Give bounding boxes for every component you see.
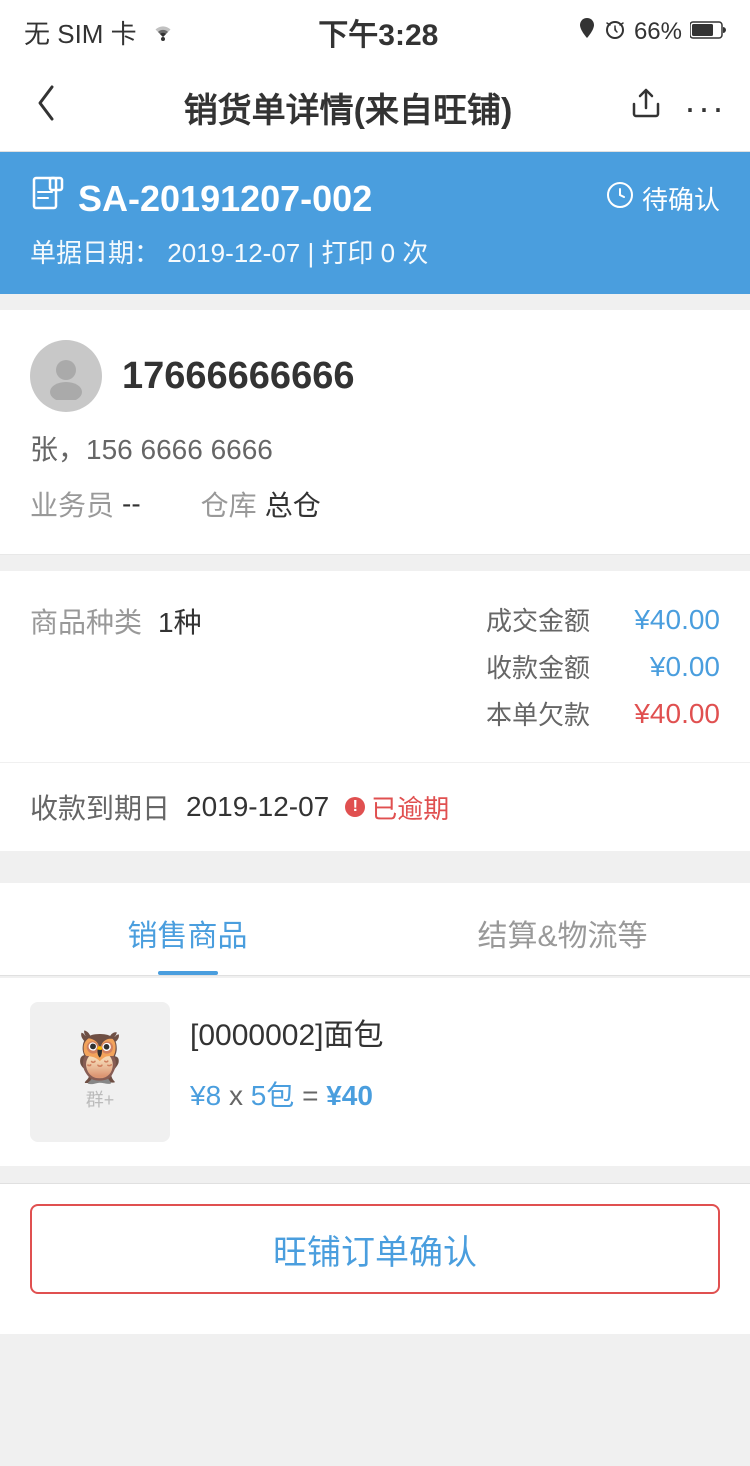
status-time: 下午3:28 <box>318 10 438 54</box>
product-section: 🦉 群+ [0000002]面包 ¥8 x 5包 = ¥40 <box>0 978 750 1166</box>
order-number: SA-20191207-002 <box>78 178 372 220</box>
summary-section: 商品种类 1种 成交金额 ¥40.00 收款金额 ¥0.00 本单欠款 ¥40.… <box>0 571 750 762</box>
back-button[interactable] <box>24 73 68 143</box>
order-id-row: SA-20191207-002 <box>30 176 372 221</box>
confirm-order-button[interactable]: 旺铺订单确认 <box>30 1204 720 1294</box>
sales-rep-label: 业务员 <box>30 484 114 524</box>
received-amount-row: 收款金额 ¥0.00 <box>486 648 720 685</box>
received-value: ¥0.00 <box>610 651 720 683</box>
overdue-icon: ! <box>345 797 365 817</box>
wifi-icon <box>147 17 179 48</box>
order-meta: 单据日期： 2019-12-07 | 打印 0 次 <box>30 233 720 270</box>
equals-sign: = <box>302 1080 318 1111</box>
owed-amount-row: 本单欠款 ¥40.00 <box>486 695 720 732</box>
status-text: 待确认 <box>642 180 720 217</box>
status-left: 无 SIM 卡 <box>24 14 179 51</box>
total-price: ¥40 <box>326 1080 373 1111</box>
order-status: 待确认 <box>606 180 720 217</box>
bottom-bar: 旺铺订单确认 <box>0 1183 750 1334</box>
transaction-amount-row: 成交金额 ¥40.00 <box>486 601 720 638</box>
transaction-label: 成交金额 <box>486 601 590 638</box>
divider-1 <box>0 554 750 555</box>
customer-meta: 业务员 -- 仓库 总仓 <box>30 484 720 524</box>
sales-rep-item: 业务员 -- <box>30 484 141 524</box>
product-image: 🦉 群+ <box>30 1002 170 1142</box>
page-title: 销货单详情(来自旺铺) <box>184 83 513 132</box>
owed-value: ¥40.00 <box>610 698 720 730</box>
status-bar: 无 SIM 卡 下午3:28 66% <box>0 0 750 64</box>
more-icon[interactable]: ··· <box>684 87 726 129</box>
document-icon <box>30 176 66 221</box>
share-icon[interactable] <box>628 86 664 129</box>
price-unit: ¥8 <box>190 1080 221 1111</box>
customer-phone: 17666666666 <box>122 355 354 398</box>
received-label: 收款金额 <box>486 648 590 685</box>
sales-rep-value: -- <box>122 488 141 520</box>
brand-text: 群+ <box>86 1086 115 1112</box>
warehouse-item: 仓库 总仓 <box>201 484 321 524</box>
product-name: [0000002]面包 <box>190 1010 720 1054</box>
overdue-badge: ! 已逾期 <box>345 789 449 826</box>
spacer <box>0 851 750 867</box>
alarm-icon <box>604 18 626 47</box>
warehouse-label: 仓库 <box>201 484 257 524</box>
transaction-value: ¥40.00 <box>610 604 720 636</box>
order-header: SA-20191207-002 待确认 单据日期： 2019-12-07 | 打… <box>0 152 750 294</box>
nav-bar: 销货单详情(来自旺铺) ··· <box>0 64 750 152</box>
avatar <box>30 340 102 412</box>
clock-icon <box>606 181 634 216</box>
battery-icon <box>690 18 726 46</box>
tab-settlement-logistics[interactable]: 结算&物流等 <box>375 883 750 975</box>
warehouse-value: 总仓 <box>265 484 321 524</box>
sim-label: 无 SIM 卡 <box>24 14 137 51</box>
location-icon <box>578 18 596 47</box>
tabs-row: 销售商品 结算&物流等 <box>0 883 750 975</box>
customer-section: 17666666666 张，156 6666 6666 业务员 -- 仓库 总仓 <box>0 310 750 554</box>
category-label: 商品种类 <box>30 601 142 641</box>
product-info: [0000002]面包 ¥8 x 5包 = ¥40 <box>190 1002 720 1114</box>
tab-active-indicator <box>158 971 218 975</box>
quantity: 5包 <box>251 1080 295 1111</box>
category-info: 商品种类 1种 <box>30 601 202 641</box>
customer-name: 张，156 6666 6666 <box>30 428 720 468</box>
brand-icon: 🦉 <box>69 1032 131 1082</box>
amount-info: 成交金额 ¥40.00 收款金额 ¥0.00 本单欠款 ¥40.00 <box>486 601 720 732</box>
multiply-sign: x <box>229 1080 243 1111</box>
product-price-row: ¥8 x 5包 = ¥40 <box>190 1074 720 1114</box>
due-date-value: 2019-12-07 <box>186 791 329 823</box>
overdue-text: 已逾期 <box>371 789 449 826</box>
tab-sales-products[interactable]: 销售商品 <box>0 883 375 975</box>
battery-label: 66% <box>634 18 682 46</box>
product-item: 🦉 群+ [0000002]面包 ¥8 x 5包 = ¥40 <box>30 1002 720 1142</box>
tabs-section: 销售商品 结算&物流等 <box>0 883 750 976</box>
status-right: 66% <box>578 18 726 47</box>
nav-actions: ··· <box>628 86 726 129</box>
category-value: 1种 <box>158 601 202 641</box>
due-label: 收款到期日 <box>30 787 170 827</box>
owed-label: 本单欠款 <box>486 695 590 732</box>
due-date-section: 收款到期日 2019-12-07 ! 已逾期 <box>0 762 750 851</box>
